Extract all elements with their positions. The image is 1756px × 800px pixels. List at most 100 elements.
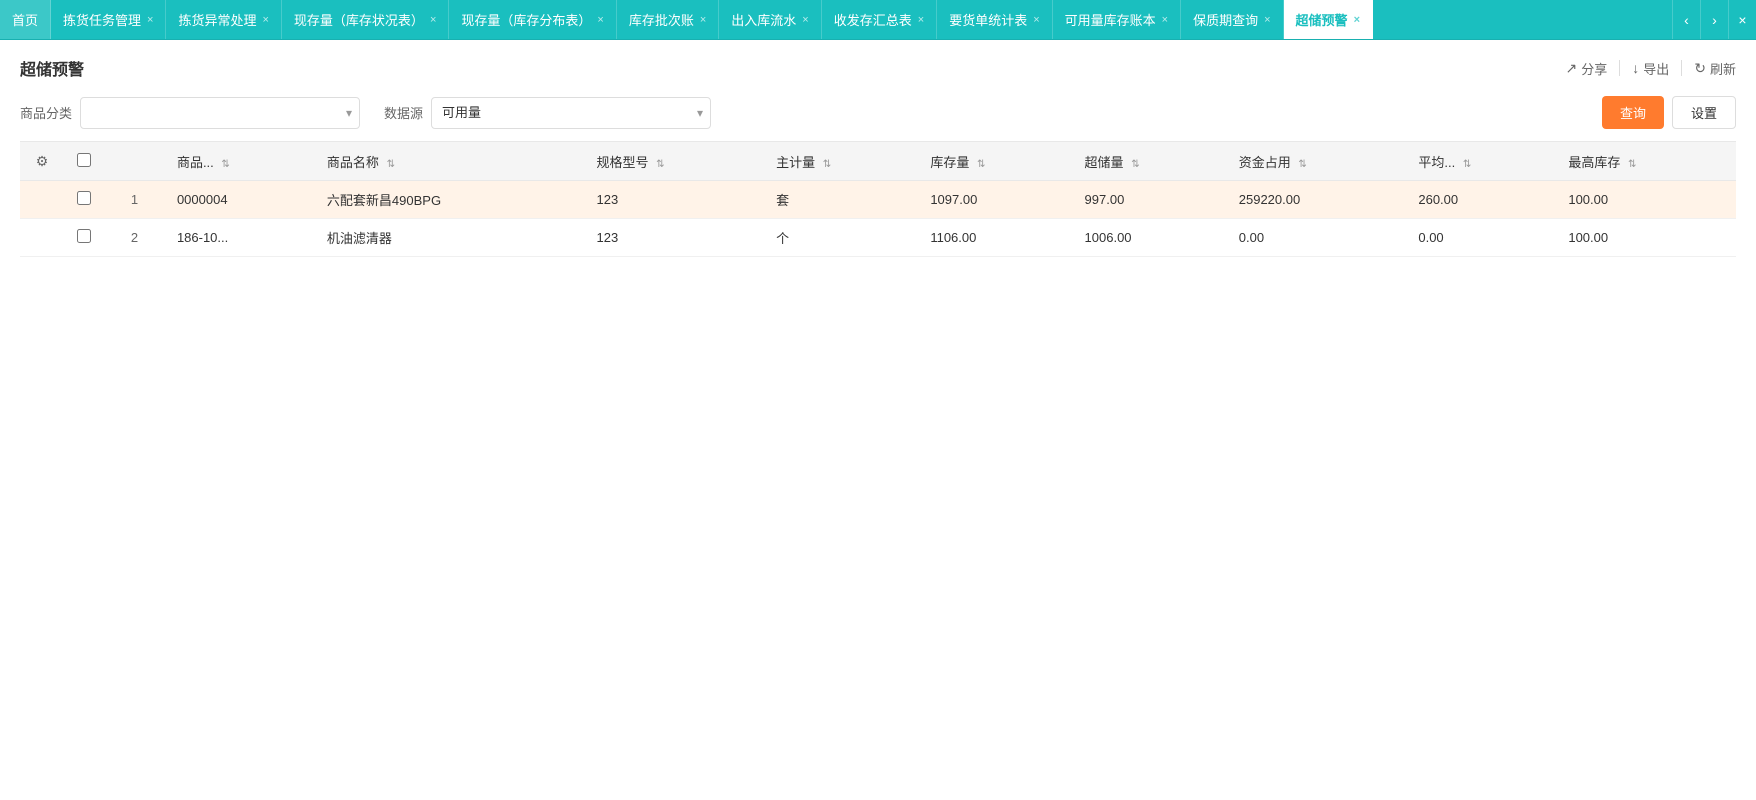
col-header-overstock[interactable]: 超储量 ⇅ bbox=[1073, 142, 1227, 181]
row-product-code: 186-10... bbox=[165, 219, 315, 257]
col-header-product-code[interactable]: 商品... ⇅ bbox=[165, 142, 315, 181]
gear-icon[interactable]: ⚙ bbox=[32, 151, 52, 171]
datasource-label: 数据源 bbox=[384, 103, 423, 122]
nav-item-inventory-status[interactable]: 现存量（库存状况表） × bbox=[282, 0, 449, 40]
row-capital-usage: 259220.00 bbox=[1227, 181, 1407, 219]
sort-icon: ⇅ bbox=[221, 159, 229, 170]
row-checkbox-cell[interactable] bbox=[64, 219, 104, 257]
category-select[interactable] bbox=[80, 97, 360, 129]
row-capital-usage: 0.00 bbox=[1227, 219, 1407, 257]
nav-item-home[interactable]: 首页 bbox=[0, 0, 51, 40]
close-icon[interactable]: × bbox=[430, 14, 436, 26]
col-label: 规格型号 bbox=[597, 155, 649, 170]
row-checkbox[interactable] bbox=[77, 229, 91, 243]
nav-item-inventory-dist[interactable]: 现存量（库存分布表） × bbox=[449, 0, 616, 40]
col-header-avg[interactable]: 平均... ⇅ bbox=[1406, 142, 1556, 181]
col-header-stock[interactable]: 库存量 ⇅ bbox=[918, 142, 1072, 181]
col-header-spec[interactable]: 规格型号 ⇅ bbox=[585, 142, 765, 181]
sort-icon: ⇅ bbox=[656, 159, 664, 170]
row-settings bbox=[20, 219, 64, 257]
filter-actions: 查询 设置 bbox=[1602, 96, 1736, 129]
col-label: 商品... bbox=[177, 155, 214, 170]
nav-item-available-ledger[interactable]: 可用量库存账本 × bbox=[1053, 0, 1181, 40]
row-spec: 123 bbox=[585, 181, 765, 219]
nav-label: 拣货任务管理 bbox=[63, 10, 141, 29]
nav-label: 现存量（库存状况表） bbox=[294, 10, 424, 29]
col-label: 最高库存 bbox=[1568, 155, 1620, 170]
nav-item-batch-account[interactable]: 库存批次账 × bbox=[617, 0, 719, 40]
nav-arrows: ‹ › × bbox=[1672, 0, 1756, 40]
close-icon[interactable]: × bbox=[1033, 14, 1039, 26]
close-icon[interactable]: × bbox=[1162, 14, 1168, 26]
row-index: 1 bbox=[104, 181, 165, 219]
nav-arrow-right[interactable]: › bbox=[1700, 0, 1728, 40]
nav-item-quality-check[interactable]: 保质期查询 × bbox=[1181, 0, 1283, 40]
col-header-checkbox[interactable] bbox=[64, 142, 104, 181]
row-checkbox-cell[interactable] bbox=[64, 181, 104, 219]
nav-label: 要货单统计表 bbox=[949, 10, 1027, 29]
nav-item-task-mgmt[interactable]: 拣货任务管理 × bbox=[51, 0, 166, 40]
nav-label: 保质期查询 bbox=[1193, 10, 1258, 29]
nav-label: 库存批次账 bbox=[629, 10, 694, 29]
col-header-settings[interactable]: ⚙ bbox=[20, 142, 64, 181]
close-icon[interactable]: × bbox=[700, 14, 706, 26]
nav-item-overstock-warning[interactable]: 超储预警 × bbox=[1284, 0, 1373, 40]
row-spec: 123 bbox=[585, 219, 765, 257]
col-header-max-stock[interactable]: 最高库存 ⇅ bbox=[1556, 142, 1736, 181]
query-button[interactable]: 查询 bbox=[1602, 96, 1664, 129]
category-select-wrapper: ▾ bbox=[80, 97, 360, 129]
row-unit: 套 bbox=[764, 181, 918, 219]
nav-label: 现存量（库存分布表） bbox=[461, 10, 591, 29]
select-all-checkbox[interactable] bbox=[77, 153, 91, 167]
nav-arrow-left[interactable]: ‹ bbox=[1672, 0, 1700, 40]
category-filter: 商品分类 ▾ bbox=[20, 97, 360, 129]
nav-label: 拣货异常处理 bbox=[178, 10, 256, 29]
table-row: 1 0000004 六配套新昌490BPG 123 套 1097.00 997.… bbox=[20, 181, 1736, 219]
col-label: 库存量 bbox=[930, 155, 969, 170]
close-icon[interactable]: × bbox=[262, 14, 268, 26]
datasource-select[interactable]: 可用量 库存量 bbox=[431, 97, 711, 129]
row-stock: 1106.00 bbox=[918, 219, 1072, 257]
close-icon[interactable]: × bbox=[597, 14, 603, 26]
datasource-filter: 数据源 可用量 库存量 ▾ bbox=[384, 97, 711, 129]
share-icon: ↗ bbox=[1565, 60, 1577, 77]
row-avg: 0.00 bbox=[1406, 219, 1556, 257]
table-header-row: ⚙ 商品... ⇅ 商品名称 ⇅ 规格型号 ⇅ bbox=[20, 142, 1736, 181]
refresh-label: 刷新 bbox=[1710, 59, 1736, 78]
col-label: 商品名称 bbox=[327, 155, 379, 170]
export-label: 导出 bbox=[1643, 59, 1669, 78]
nav-label: 超储预警 bbox=[1296, 10, 1348, 29]
page-container: 超储预警 ↗ 分享 ↓ 导出 ↻ 刷新 商品分类 bbox=[0, 40, 1756, 273]
nav-label: 收发存汇总表 bbox=[834, 10, 912, 29]
col-label: 主计量 bbox=[776, 155, 815, 170]
nav-label: 首页 bbox=[12, 10, 38, 29]
row-product-code: 0000004 bbox=[165, 181, 315, 219]
close-icon[interactable]: × bbox=[147, 14, 153, 26]
close-icon[interactable]: × bbox=[1354, 14, 1360, 26]
header-actions: ↗ 分享 ↓ 导出 ↻ 刷新 bbox=[1565, 59, 1736, 78]
col-header-unit[interactable]: 主计量 ⇅ bbox=[764, 142, 918, 181]
close-icon[interactable]: × bbox=[918, 14, 924, 26]
refresh-button[interactable]: ↻ 刷新 bbox=[1694, 59, 1736, 78]
nav-item-receive-summary[interactable]: 收发存汇总表 × bbox=[822, 0, 937, 40]
col-header-index bbox=[104, 142, 165, 181]
sort-icon: ⇅ bbox=[1628, 159, 1636, 170]
row-overstock: 1006.00 bbox=[1073, 219, 1227, 257]
sort-icon: ⇅ bbox=[1463, 159, 1471, 170]
nav-item-abnormal[interactable]: 拣货异常处理 × bbox=[166, 0, 281, 40]
nav-label: 出入库流水 bbox=[731, 10, 796, 29]
export-icon: ↓ bbox=[1632, 60, 1639, 76]
col-header-product-name[interactable]: 商品名称 ⇅ bbox=[315, 142, 585, 181]
nav-item-inout-flow[interactable]: 出入库流水 × bbox=[719, 0, 821, 40]
nav-arrow-close[interactable]: × bbox=[1728, 0, 1756, 40]
export-button[interactable]: ↓ 导出 bbox=[1632, 59, 1669, 78]
settings-button[interactable]: 设置 bbox=[1672, 96, 1736, 129]
top-navigation: 首页 拣货任务管理 × 拣货异常处理 × 现存量（库存状况表） × 现存量（库存… bbox=[0, 0, 1756, 40]
close-icon[interactable]: × bbox=[802, 14, 808, 26]
share-button[interactable]: ↗ 分享 bbox=[1565, 59, 1607, 78]
col-header-capital-usage[interactable]: 资金占用 ⇅ bbox=[1227, 142, 1407, 181]
row-checkbox[interactable] bbox=[77, 191, 91, 205]
sort-icon: ⇅ bbox=[1298, 159, 1306, 170]
close-icon[interactable]: × bbox=[1264, 14, 1270, 26]
nav-item-order-stats[interactable]: 要货单统计表 × bbox=[937, 0, 1052, 40]
